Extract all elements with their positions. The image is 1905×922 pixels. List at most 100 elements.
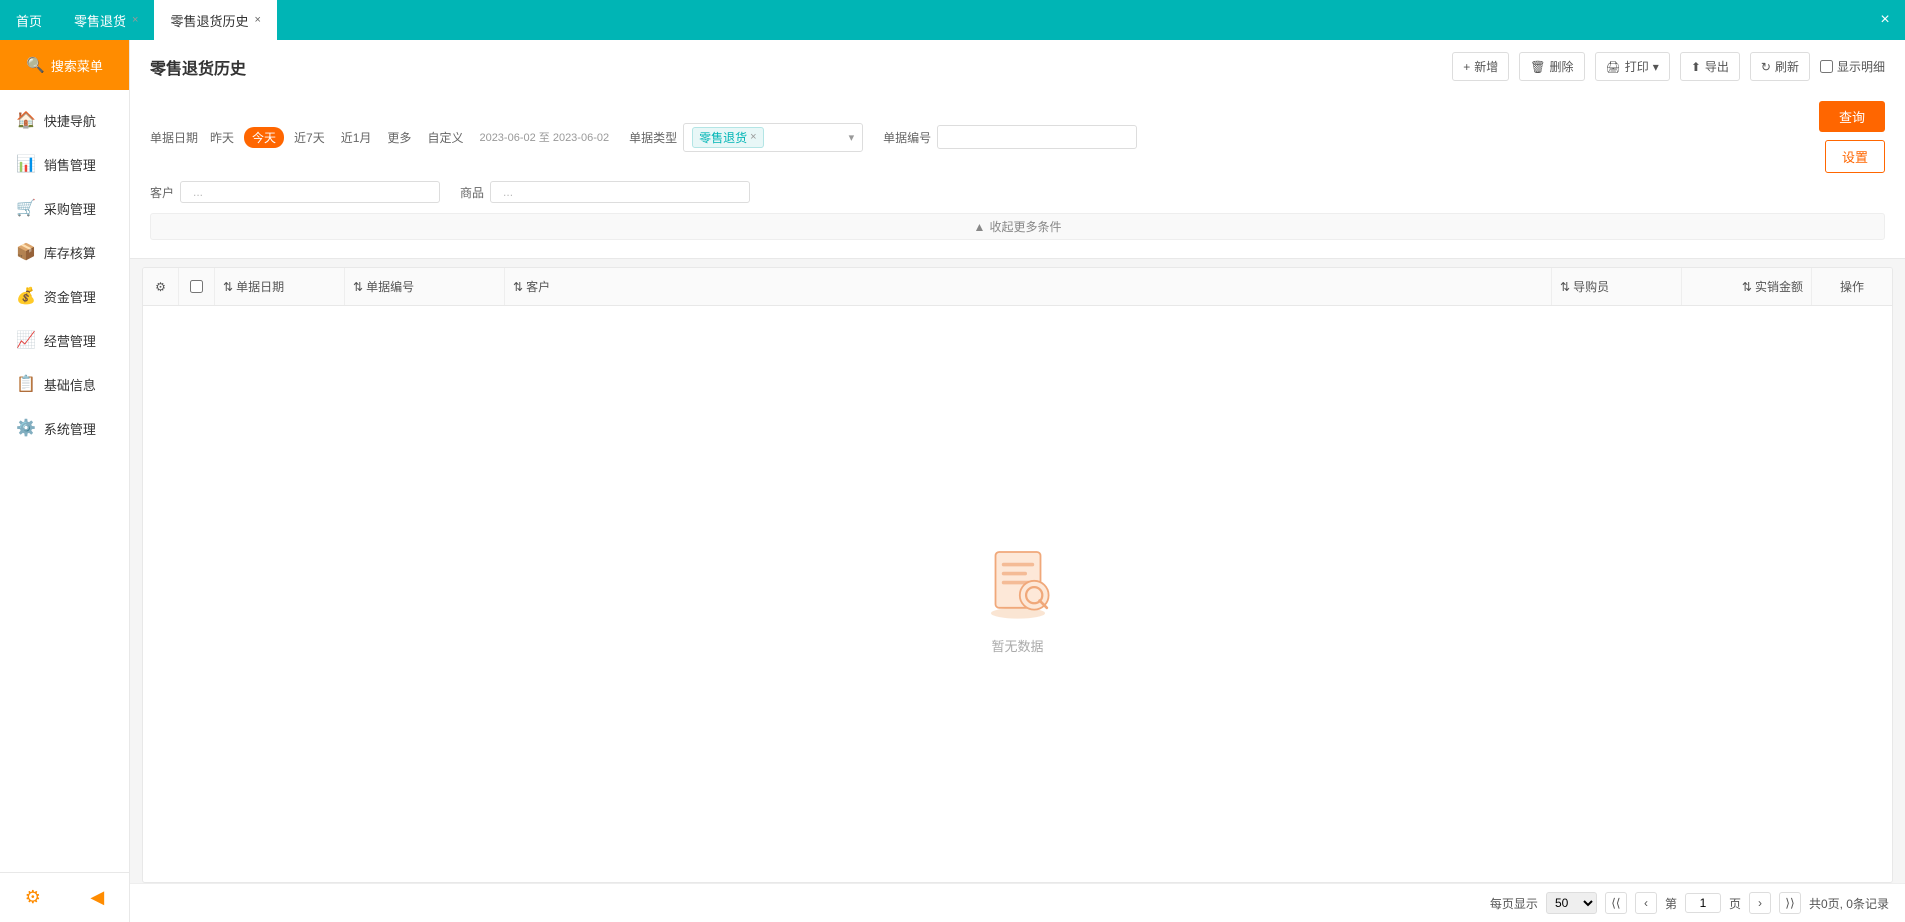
page-prev-button[interactable]: ‹ (1635, 892, 1657, 914)
sort-icon-amount: ⇅ (1742, 280, 1752, 294)
doc-type-tag-close[interactable]: × (750, 131, 756, 143)
sidebar-item-purchase-mgmt-label: 采购管理 (44, 199, 96, 218)
main-layout: 🔍 搜索菜单 🏠 快捷导航 📊 销售管理 🛒 采购管理 📦 库存核算 💰 (0, 40, 1905, 922)
sidebar-item-system-mgmt[interactable]: ⚙️ 系统管理 (0, 406, 129, 450)
sort-icon-customer: ⇅ (513, 280, 523, 294)
date-range-buttons: 昨天 今天 近7天 近1月 更多 自定义 (204, 127, 469, 148)
sidebar-item-finance-label: 资金管理 (44, 287, 96, 306)
search-icon: 🔍 (26, 56, 45, 74)
print-button[interactable]: 🖨 打印 ▾ (1595, 52, 1670, 81)
system-mgmt-icon: ⚙️ (16, 418, 36, 438)
doc-type-filter-item: 单据类型 零售退货 × ▾ (629, 123, 863, 152)
sidebar-item-finance[interactable]: 💰 资金管理 (0, 274, 129, 318)
page-word: 第 (1665, 895, 1677, 912)
page-number-input[interactable] (1685, 893, 1721, 913)
date-btn-1month[interactable]: 近1月 (335, 127, 378, 148)
sidebar-search[interactable]: 🔍 搜索菜单 (0, 40, 129, 90)
show-detail-checkbox[interactable] (1820, 60, 1833, 73)
sort-icon-date: ⇅ (223, 280, 233, 294)
table-section: ⚙ ⇅ 单据日期 ⇅ 单据编号 ⇅ 客户 ⇅ (142, 267, 1893, 883)
delete-button[interactable]: 🗑 删除 (1519, 52, 1584, 81)
delete-icon: 🗑 (1530, 60, 1545, 74)
th-customer[interactable]: ⇅ 客户 (505, 268, 1552, 305)
date-btn-more[interactable]: 更多 (381, 127, 417, 148)
page-size-label: 每页显示 (1490, 895, 1538, 912)
doc-type-tag: 零售退货 × (692, 127, 763, 148)
goods-select[interactable]: ... (490, 181, 750, 203)
basic-info-icon: 📋 (16, 374, 36, 394)
doc-type-tag-text: 零售退货 (699, 129, 747, 146)
select-all-checkbox[interactable] (190, 280, 203, 293)
doc-type-select[interactable]: 零售退货 × ▾ (683, 123, 863, 152)
sidebar-item-basic-info[interactable]: 📋 基础信息 (0, 362, 129, 406)
show-detail-label: 显示明细 (1837, 58, 1885, 75)
th-checkbox[interactable] (179, 268, 215, 305)
page-first-button[interactable]: ⟨⟨ (1605, 892, 1627, 914)
finance-icon: 💰 (16, 286, 36, 306)
th-amount[interactable]: ⇅ 实销金额 (1682, 268, 1812, 305)
add-icon: + (1463, 60, 1470, 74)
filter-row-1: 单据日期 昨天 今天 近7天 近1月 更多 自定义 2023-06-02 至 2… (150, 101, 1885, 173)
doc-no-input[interactable] (937, 125, 1137, 149)
operations-icon: 📈 (16, 330, 36, 350)
add-label: 新增 (1474, 58, 1498, 75)
sidebar-item-basic-info-label: 基础信息 (44, 375, 96, 394)
doc-type-arrow-icon: ▾ (849, 131, 855, 144)
customer-filter-item: 客户 ... (150, 181, 440, 203)
sales-mgmt-icon: 📊 (16, 154, 36, 174)
collapse-button[interactable]: ▲ 收起更多条件 (150, 213, 1885, 240)
tab-retail-return[interactable]: 零售退货 × (58, 0, 154, 40)
tab-retail-return-history[interactable]: 零售退货历史 × (154, 0, 276, 40)
page-next-button[interactable]: › (1749, 892, 1771, 914)
settings-bottom-icon[interactable]: ⚙ (25, 887, 41, 908)
settings-button[interactable]: 设置 (1825, 140, 1885, 173)
th-ops: 操作 (1812, 268, 1892, 305)
customer-select[interactable]: ... (180, 181, 440, 203)
delete-label: 删除 (1550, 58, 1574, 75)
th-ops-label: 操作 (1840, 278, 1864, 295)
collapse-up-icon: ▲ (974, 220, 986, 234)
date-btn-yesterday[interactable]: 昨天 (204, 127, 240, 148)
doc-no-label: 单据编号 (883, 129, 931, 146)
sidebar-item-quick-nav[interactable]: 🏠 快捷导航 (0, 98, 129, 142)
print-arrow-icon: ▾ (1653, 60, 1659, 74)
tab-retail-return-close[interactable]: × (132, 14, 138, 26)
date-range-text: 2023-06-02 至 2023-06-02 (479, 129, 609, 145)
date-btn-today[interactable]: 今天 (244, 127, 284, 148)
sort-icon-docno: ⇅ (353, 280, 363, 294)
th-docno[interactable]: ⇅ 单据编号 (345, 268, 505, 305)
settings-icon: ⚙ (155, 280, 166, 294)
window-close-button[interactable]: × (1865, 0, 1905, 40)
sidebar-item-sales-mgmt[interactable]: 📊 销售管理 (0, 142, 129, 186)
th-guide-label: 导购员 (1573, 278, 1609, 295)
sidebar-item-inventory-label: 库存核算 (44, 243, 96, 262)
sidebar-item-inventory[interactable]: 📦 库存核算 (0, 230, 129, 274)
page-size-select[interactable]: 50 10 20 100 (1546, 892, 1597, 914)
th-date[interactable]: ⇅ 单据日期 (215, 268, 345, 305)
page-last-button[interactable]: ⟩⟩ (1779, 892, 1801, 914)
purchase-mgmt-icon: 🛒 (16, 198, 36, 218)
date-btn-custom[interactable]: 自定义 (421, 127, 469, 148)
doc-no-filter-item: 单据编号 (883, 125, 1137, 149)
date-btn-7days[interactable]: 近7天 (288, 127, 331, 148)
tab-retail-return-history-close[interactable]: × (254, 14, 260, 26)
th-guide[interactable]: ⇅ 导购员 (1552, 268, 1682, 305)
sidebar-item-sales-mgmt-label: 销售管理 (44, 155, 96, 174)
th-date-label: 单据日期 (236, 278, 284, 295)
th-settings[interactable]: ⚙ (143, 268, 179, 305)
sidebar-bottom: ⚙ ◀ (0, 872, 129, 922)
sidebar-item-quick-nav-label: 快捷导航 (44, 111, 96, 130)
collapse-label: 收起更多条件 (989, 218, 1061, 235)
sidebar-item-operations[interactable]: 📈 经营管理 (0, 318, 129, 362)
sidebar-item-purchase-mgmt[interactable]: 🛒 采购管理 (0, 186, 129, 230)
export-button[interactable]: ⬆ 导出 (1680, 52, 1740, 81)
table-header: ⚙ ⇅ 单据日期 ⇅ 单据编号 ⇅ 客户 ⇅ (143, 268, 1892, 306)
goods-filter-item: 商品 ... (460, 181, 750, 203)
total-text: 共0页, 0条记录 (1809, 895, 1889, 912)
tab-home[interactable]: 首页 (0, 0, 58, 40)
collapse-sidebar-icon[interactable]: ◀ (90, 887, 104, 908)
query-button[interactable]: 查询 (1819, 101, 1885, 132)
sidebar: 🔍 搜索菜单 🏠 快捷导航 📊 销售管理 🛒 采购管理 📦 库存核算 💰 (0, 40, 130, 922)
add-button[interactable]: + 新增 (1452, 52, 1509, 81)
refresh-button[interactable]: ↻ 刷新 (1750, 52, 1810, 81)
